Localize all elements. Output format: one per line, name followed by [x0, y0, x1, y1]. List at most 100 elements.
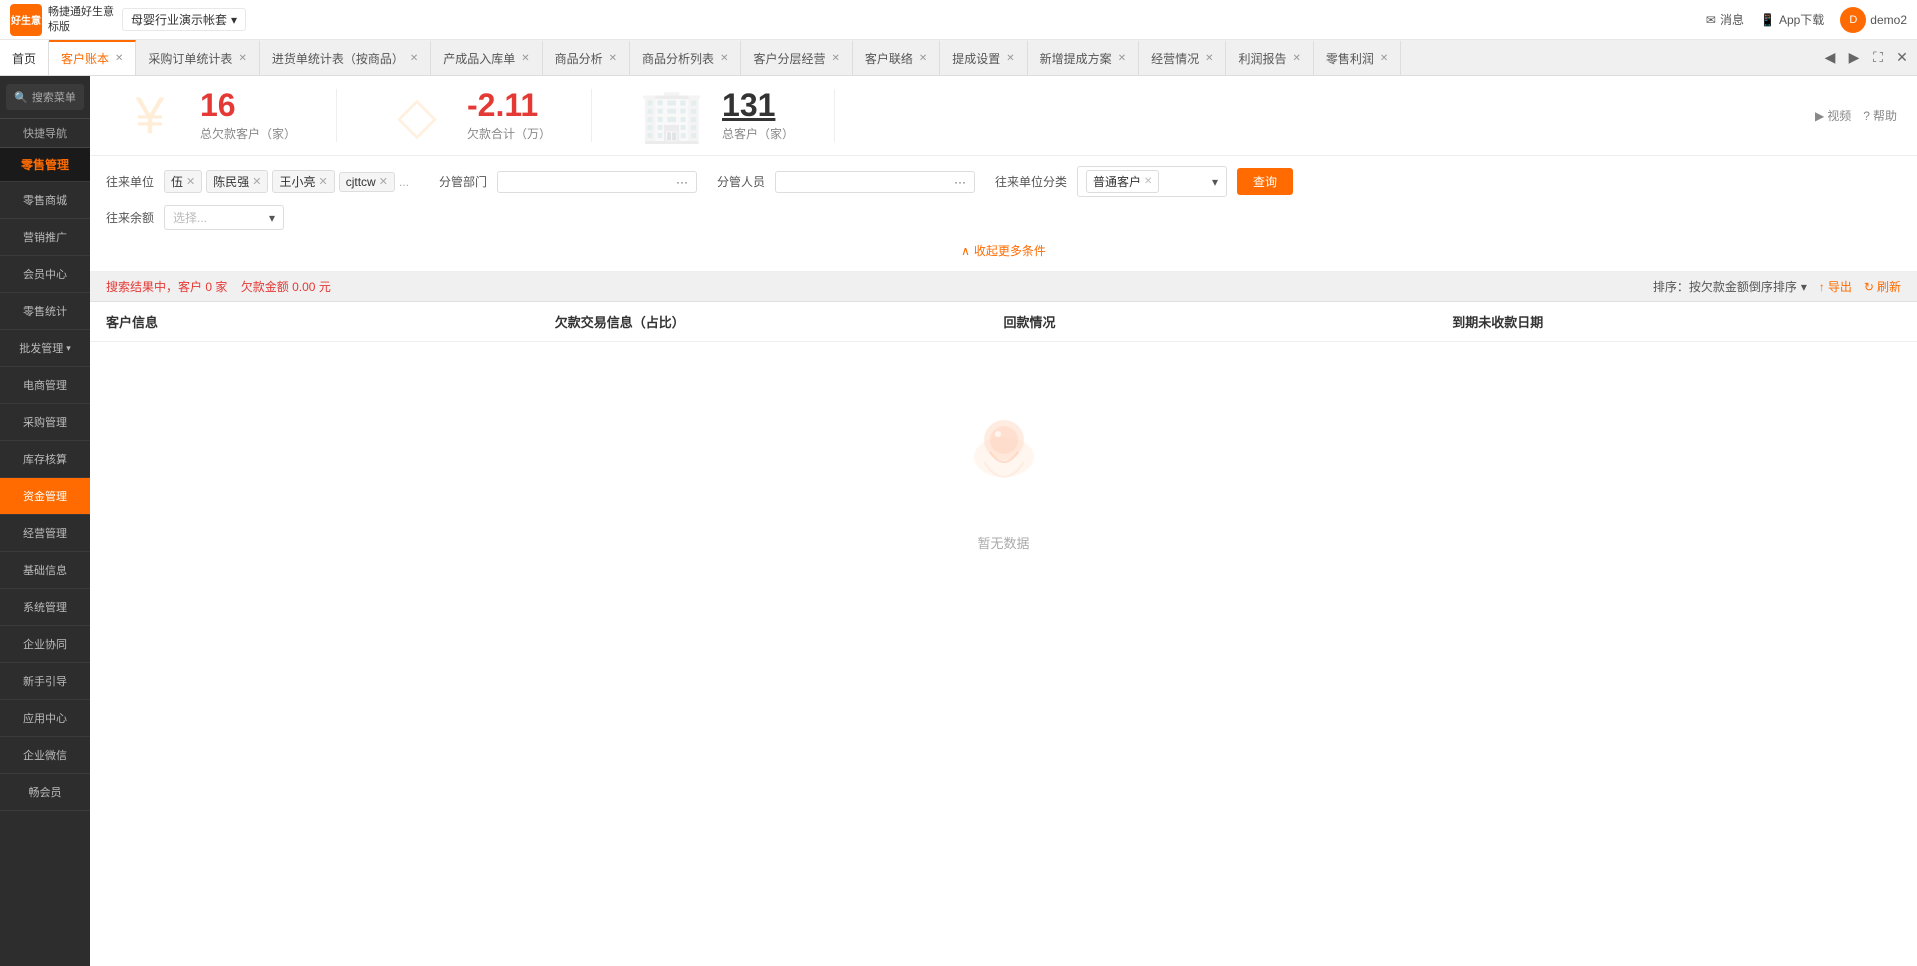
search-result-info: 搜索结果中，客户 0 家 欠款金额 0.00 元: [106, 278, 331, 295]
content-area: ¥ 16 总欠款客户（家） ◇ -2.11 欠款合计（万） 🏢 131 总客户（…: [90, 76, 1917, 966]
tab-profit-report[interactable]: 利润报告 ✕: [1226, 40, 1313, 75]
sidebar-quick-nav[interactable]: 快捷导航: [0, 119, 90, 148]
tag-close-wang[interactable]: ✕: [319, 175, 328, 188]
sidebar: 🔍 搜索菜单 快捷导航 零售管理 零售商城 营销推广 会员中心 零售统计 批发管…: [0, 76, 90, 966]
top-right-page-actions: ▶ 视频 ? 帮助: [1815, 107, 1897, 124]
dept-select[interactable]: ···: [497, 171, 697, 193]
tab-product-analysis-list[interactable]: 商品分析列表 ✕: [630, 40, 741, 75]
tab-close-icon[interactable]: ✕: [1293, 53, 1301, 64]
search-menu-btn[interactable]: 🔍 搜索菜单: [6, 84, 84, 110]
collapse-filters-btn[interactable]: ∧ 收起更多条件: [961, 242, 1046, 259]
category-select-arrow: ▾: [1212, 175, 1218, 189]
tab-prev-btn[interactable]: ◀: [1819, 47, 1841, 69]
tab-next-btn[interactable]: ▶: [1843, 47, 1865, 69]
tab-close-icon[interactable]: ✕: [831, 53, 839, 64]
category-tag: 普通客户 ✕: [1086, 170, 1159, 193]
tab-retail-profit[interactable]: 零售利润 ✕: [1314, 40, 1401, 75]
tab-customer-ledger[interactable]: 客户账本 ✕: [49, 40, 136, 75]
video-help-btn[interactable]: ▶ 视频: [1815, 107, 1851, 124]
sidebar-item-purchasing[interactable]: 采购管理: [0, 404, 90, 441]
export-btn[interactable]: ↑ 导出: [1819, 278, 1852, 295]
tab-home[interactable]: 首页: [0, 40, 49, 75]
building-watermark-icon: 🏢: [640, 85, 705, 146]
tab-commission-settings[interactable]: 提成设置 ✕: [940, 40, 1027, 75]
workspace-selector[interactable]: 母婴行业演示帐套 ▾: [122, 8, 246, 31]
tab-close-icon[interactable]: ✕: [1205, 53, 1213, 64]
tab-close-icon[interactable]: ✕: [238, 53, 246, 64]
category-select[interactable]: 普通客户 ✕ ▾: [1077, 166, 1227, 197]
sidebar-item-retail-management[interactable]: 零售管理: [0, 148, 90, 182]
surplus-select-arrow: ▾: [269, 211, 275, 225]
sidebar-item-enterprise-collab[interactable]: 企业协同: [0, 626, 90, 663]
sidebar-item-newbie-guide[interactable]: 新手引导: [0, 663, 90, 700]
tab-customer-layer[interactable]: 客户分层经营 ✕: [741, 40, 852, 75]
tab-inbound-stats[interactable]: 进货单统计表（按商品） ✕: [260, 40, 431, 75]
sidebar-item-marketing[interactable]: 营销推广: [0, 219, 90, 256]
tab-purchase-order-stats[interactable]: 采购订单统计表 ✕: [136, 40, 259, 75]
tab-production-inbound[interactable]: 产成品入库单 ✕: [431, 40, 542, 75]
main-layout: 🔍 搜索菜单 快捷导航 零售管理 零售商城 营销推广 会员中心 零售统计 批发管…: [0, 76, 1917, 966]
category-tag-close[interactable]: ✕: [1144, 176, 1152, 187]
tab-close-icon[interactable]: ✕: [609, 53, 617, 64]
tab-business-status[interactable]: 经营情况 ✕: [1139, 40, 1226, 75]
tab-close-icon[interactable]: ✕: [521, 53, 529, 64]
app-download-btn[interactable]: 📱 App下载: [1760, 11, 1824, 28]
company-tag-cjttcw: cjttcw ✕: [339, 172, 395, 192]
sidebar-item-system[interactable]: 系统管理: [0, 589, 90, 626]
sidebar-item-member-center[interactable]: 会员中心: [0, 256, 90, 293]
chevron-up-icon: ∧: [961, 244, 970, 258]
tab-close-icon[interactable]: ✕: [1380, 53, 1388, 64]
dept-select-more-icon: ···: [676, 175, 688, 189]
logo-icon: 好生意: [10, 4, 42, 36]
result-actions: 排序：按欠款金额倒序排序 ▾ ↑ 导出 ↻ 刷新: [1653, 278, 1901, 295]
manager-select[interactable]: ···: [775, 171, 975, 193]
messages-btn[interactable]: ✉ 消息: [1706, 11, 1744, 28]
sidebar-item-ecommerce[interactable]: 电商管理: [0, 367, 90, 404]
sidebar-item-retail-mall[interactable]: 零售商城: [0, 182, 90, 219]
sidebar-item-retail-stats[interactable]: 零售统计: [0, 293, 90, 330]
table-header: 客户信息 欠款交易信息（占比） 回款情况 到期未收款日期: [90, 302, 1917, 342]
sort-selector[interactable]: 排序：按欠款金额倒序排序 ▾: [1653, 278, 1807, 295]
sidebar-item-chang-member[interactable]: 畅会员: [0, 774, 90, 811]
help-icon: ?: [1863, 109, 1870, 123]
tag-close-wu[interactable]: ✕: [186, 175, 195, 188]
sidebar-item-enterprise-wechat[interactable]: 企业微信: [0, 737, 90, 774]
tab-add-commission[interactable]: 新增提成方案 ✕: [1028, 40, 1139, 75]
sidebar-item-app-center[interactable]: 应用中心: [0, 700, 90, 737]
tab-close-icon[interactable]: ✕: [1118, 53, 1126, 64]
table-body: 暂无数据: [90, 342, 1917, 612]
tab-close-icon[interactable]: ✕: [919, 53, 927, 64]
filter-tags-more[interactable]: ...: [399, 175, 409, 189]
stat-icon-total-customers: 🏢: [632, 85, 712, 146]
sidebar-item-operations[interactable]: 经营管理: [0, 515, 90, 552]
header-right: ✉ 消息 📱 App下载 D demo2: [1706, 7, 1907, 33]
tab-close-all-btn[interactable]: ✕: [1891, 47, 1913, 69]
chevron-down-icon: ▾: [66, 343, 71, 354]
tab-close-icon[interactable]: ✕: [410, 53, 418, 64]
tab-close-icon[interactable]: ✕: [115, 53, 123, 64]
help-btn[interactable]: ? 帮助: [1863, 107, 1897, 124]
tab-customer-contact[interactable]: 客户联络 ✕: [853, 40, 940, 75]
sidebar-item-finance[interactable]: 资金管理: [0, 478, 90, 515]
tab-close-icon[interactable]: ✕: [1006, 53, 1014, 64]
sidebar-item-inventory[interactable]: 库存核算: [0, 441, 90, 478]
logo-text: 畅捷通好生意 标版: [48, 5, 114, 34]
sort-arrow-icon: ▾: [1801, 280, 1807, 294]
sidebar-item-basic-info[interactable]: 基础信息: [0, 552, 90, 589]
avatar: D: [1840, 7, 1866, 33]
tab-fullscreen-btn[interactable]: ⛶: [1867, 47, 1889, 69]
surplus-select[interactable]: 选择... ▾: [164, 205, 284, 230]
message-icon: ✉: [1706, 13, 1716, 27]
sidebar-search-area: 🔍 搜索菜单: [0, 76, 90, 119]
user-profile[interactable]: D demo2: [1840, 7, 1907, 33]
tag-close-chen[interactable]: ✕: [252, 175, 261, 188]
query-button[interactable]: 查询: [1237, 168, 1293, 195]
tag-close-cjttcw[interactable]: ✕: [379, 175, 388, 188]
tab-product-analysis[interactable]: 商品分析 ✕: [543, 40, 630, 75]
refresh-btn[interactable]: ↻ 刷新: [1864, 278, 1901, 295]
tab-close-icon[interactable]: ✕: [720, 53, 728, 64]
sidebar-item-wholesale[interactable]: 批发管理▾: [0, 330, 90, 367]
col-customer-info: 客户信息: [106, 312, 555, 331]
stat-total-customers: 131 总客户（家）: [712, 89, 835, 142]
header-left: 好生意 畅捷通好生意 标版 母婴行业演示帐套 ▾: [10, 4, 246, 36]
